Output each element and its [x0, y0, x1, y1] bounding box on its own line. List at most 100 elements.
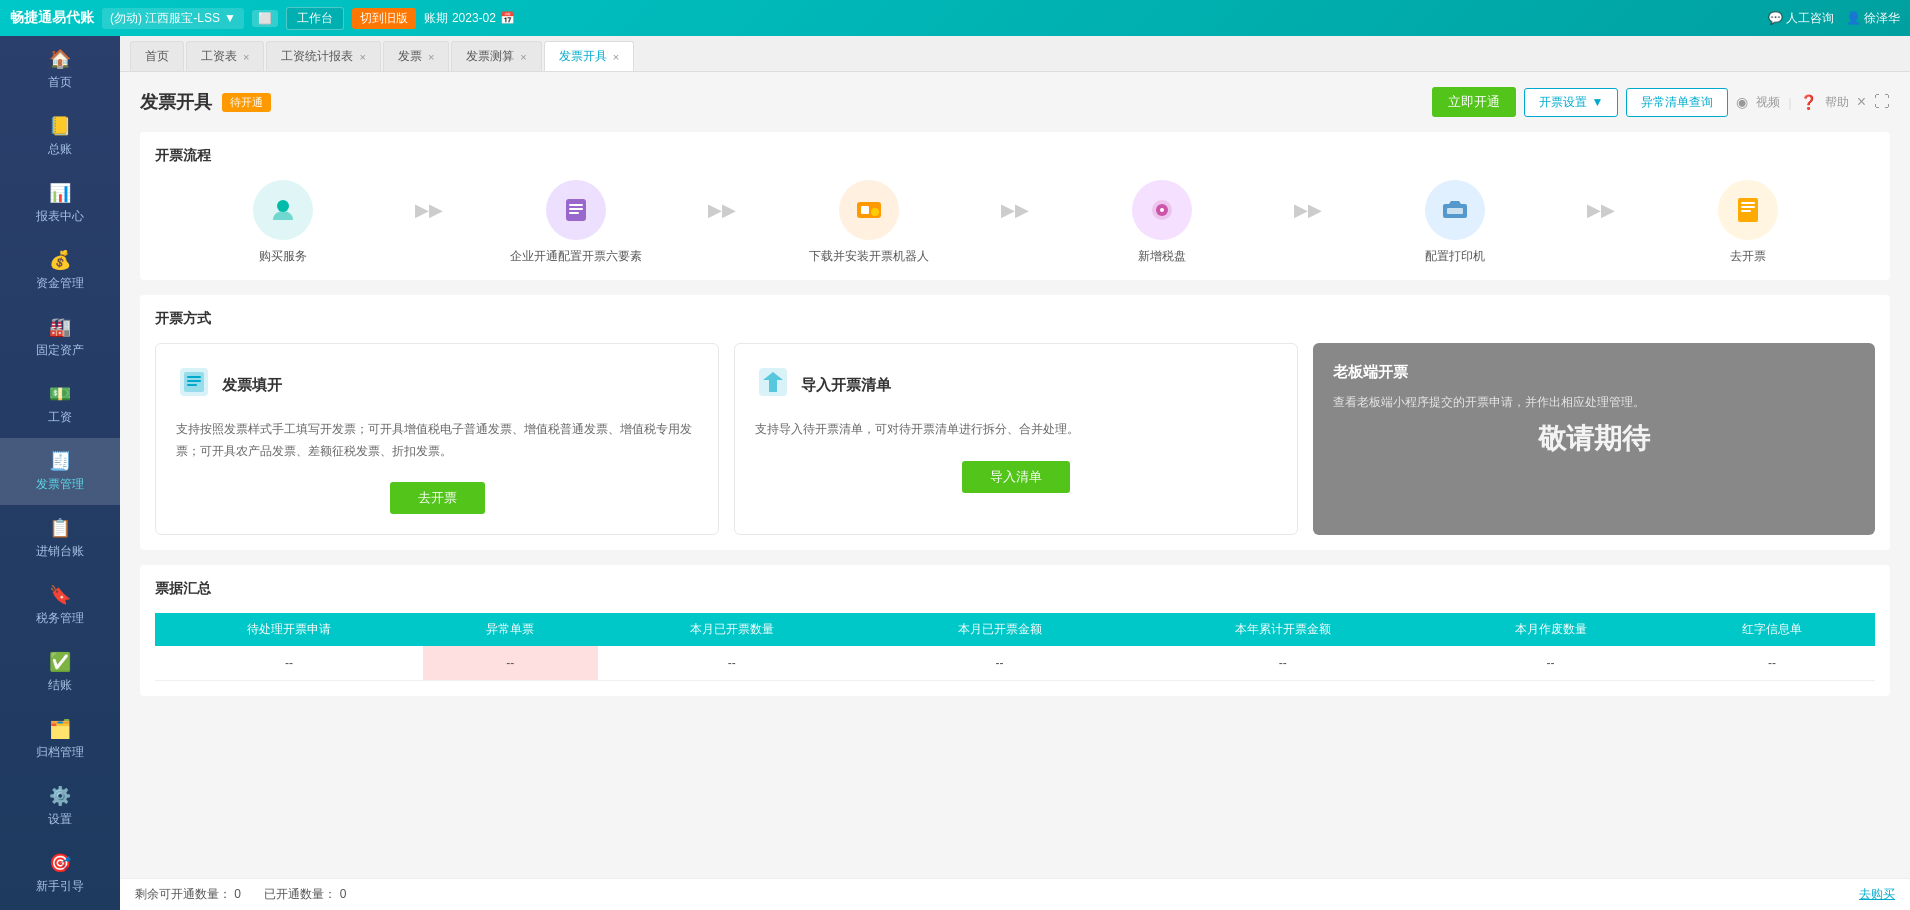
- cell-red-note: --: [1669, 646, 1875, 681]
- settings-icon: ⚙️: [49, 785, 71, 807]
- sidebar-label-guide: 新手引导: [36, 878, 84, 895]
- tab-payroll-stats-close[interactable]: ×: [359, 51, 365, 63]
- sidebar-item-reports[interactable]: 📊 报表中心: [0, 170, 120, 237]
- col-header-red-note: 红字信息单: [1669, 613, 1875, 646]
- sidebar-item-archive[interactable]: 🗂️ 归档管理: [0, 706, 120, 773]
- tab-invoice-calc-close[interactable]: ×: [520, 51, 526, 63]
- cell-void-count: --: [1432, 646, 1669, 681]
- view-icon[interactable]: ◉: [1736, 94, 1748, 110]
- sidebar-item-fund[interactable]: 💰 资金管理: [0, 237, 120, 304]
- billing-section: 开票方式 发票填开 支持按照发票样式手工填写开发票；可开具增值税电子普通发票、增…: [140, 295, 1890, 550]
- flow-step-icon-2: [839, 180, 899, 240]
- billing-cards: 发票填开 支持按照发票样式手工填写开发票；可开具增值税电子普通发票、增值税普通发…: [155, 343, 1875, 535]
- svg-rect-16: [1741, 210, 1751, 212]
- flow-section: 开票流程 购买服务 ▶▶ 企业开通配置开票六要素: [140, 132, 1890, 280]
- svg-rect-14: [1741, 202, 1755, 204]
- flow-step-label-5: 去开票: [1730, 248, 1766, 265]
- summary-header-row: 待处理开票申请 异常单票 本月已开票数量 本月已开票金额 本年累计开票金额 本月…: [155, 613, 1875, 646]
- user-profile[interactable]: 👤 徐泽华: [1846, 10, 1900, 27]
- svg-rect-12: [1447, 208, 1463, 214]
- immediate-open-button[interactable]: 立即开通: [1432, 87, 1516, 117]
- flow-arrow-1: ▶▶: [410, 199, 448, 221]
- sidebar-item-settings[interactable]: ⚙️ 设置: [0, 773, 120, 840]
- tab-invoice-close[interactable]: ×: [428, 51, 434, 63]
- tab-payroll-close[interactable]: ×: [243, 51, 249, 63]
- tab-invoice-issue[interactable]: 发票开具 ×: [544, 41, 634, 71]
- col-header-year-amount: 本年累计开票金额: [1133, 613, 1432, 646]
- old-version-button[interactable]: 切到旧版: [352, 8, 416, 29]
- svg-point-10: [1160, 208, 1164, 212]
- tab-payroll-stats[interactable]: 工资统计报表 ×: [266, 41, 380, 71]
- col-header-month-count: 本月已开票数量: [598, 613, 866, 646]
- main-layout: 🏠 首页 📒 总账 📊 报表中心 💰 资金管理 🏭 固定资产 💵 工资 🧾 发票…: [0, 36, 1910, 910]
- flow-step-icon-1: [546, 180, 606, 240]
- help-icon[interactable]: ❓: [1800, 94, 1817, 110]
- sidebar-item-home[interactable]: 🏠 首页: [0, 36, 120, 103]
- billing-card-manual-icon: [176, 364, 212, 407]
- tab-invoice-calc-label: 发票测算: [466, 48, 514, 65]
- billing-card-manual-header: 发票填开: [176, 364, 698, 407]
- service-consult[interactable]: 💬 人工咨询: [1768, 10, 1834, 27]
- page-header: 发票开具 待开通 立即开通 开票设置 ▼ 异常清单查询 ◉ 视频 | ❓ 帮助 …: [140, 87, 1890, 117]
- go-invoice-button[interactable]: 去开票: [390, 482, 485, 514]
- summary-section: 票据汇总 待处理开票申请 异常单票 本月已开票数量 本月已开票金额 本年累计开票…: [140, 565, 1890, 696]
- expand-icon[interactable]: ⛶: [1874, 93, 1890, 111]
- flow-step-icon-4: [1425, 180, 1485, 240]
- tab-home[interactable]: 首页: [130, 41, 184, 71]
- settle-icon: ✅: [49, 651, 71, 673]
- open-settings-label: 开票设置: [1539, 94, 1587, 111]
- flow-step-0: 购买服务: [155, 180, 410, 265]
- bottom-bar-left: 剩余可开通数量： 0 已开通数量： 0: [135, 886, 346, 903]
- page-title: 发票开具: [140, 90, 212, 114]
- billing-card-import-desc: 支持导入待开票清单，可对待开票清单进行拆分、合并处理。: [755, 419, 1277, 441]
- flow-step-label-1: 企业开通配置开票六要素: [510, 248, 642, 265]
- sidebar-item-settle[interactable]: ✅ 结账: [0, 639, 120, 706]
- tab-payroll[interactable]: 工资表 ×: [186, 41, 264, 71]
- tax-icon: 🔖: [49, 584, 71, 606]
- tab-invoice[interactable]: 发票 ×: [383, 41, 449, 71]
- billing-card-old-title: 老板端开票: [1333, 363, 1855, 382]
- remaining-value: 0: [234, 887, 241, 901]
- purchase-link[interactable]: 去购买: [1859, 887, 1895, 901]
- tab-invoice-issue-label: 发票开具: [559, 48, 607, 65]
- col-header-void-count: 本月作废数量: [1432, 613, 1669, 646]
- sidebar-label-reports: 报表中心: [36, 208, 84, 225]
- coming-soon-overlay: 敬请期待: [1538, 420, 1650, 458]
- col-header-pending: 待处理开票申请: [155, 613, 423, 646]
- import-list-button[interactable]: 导入清单: [962, 461, 1070, 493]
- sidebar-item-guide[interactable]: 🎯 新手引导: [0, 840, 120, 907]
- close-icon[interactable]: ×: [1857, 93, 1866, 111]
- copy-button[interactable]: ⬜: [252, 10, 278, 27]
- sidebar-item-sales[interactable]: 📋 进销台账: [0, 505, 120, 572]
- sidebar-item-invoice[interactable]: 🧾 发票管理: [0, 438, 120, 505]
- sidebar-label-invoice: 发票管理: [36, 476, 84, 493]
- bottom-bar-right: 去购买: [1859, 886, 1895, 903]
- reports-icon: 📊: [49, 182, 71, 204]
- opened-label: 已开通数量：: [264, 887, 336, 901]
- flow-step-icon-0: [253, 180, 313, 240]
- summary-section-title: 票据汇总: [155, 580, 1875, 598]
- billing-card-manual: 发票填开 支持按照发票样式手工填写开发票；可开具增值税电子普通发票、增值税普通发…: [155, 343, 719, 535]
- sidebar-label-settings: 设置: [48, 811, 72, 828]
- tab-invoice-calc[interactable]: 发票测算 ×: [451, 41, 541, 71]
- svg-point-0: [277, 200, 289, 212]
- abnormal-query-button[interactable]: 异常清单查询: [1626, 88, 1728, 117]
- company-selector[interactable]: (勿动) 江西服宝-LSS ▼: [102, 8, 244, 29]
- workstation-button[interactable]: 工作台: [286, 7, 344, 30]
- flow-step-4: 配置打印机: [1327, 180, 1582, 265]
- tab-invoice-label: 发票: [398, 48, 422, 65]
- calendar-icon[interactable]: 📅: [500, 11, 515, 25]
- sidebar-item-payroll[interactable]: 💵 工资: [0, 371, 120, 438]
- tab-invoice-issue-close[interactable]: ×: [613, 51, 619, 63]
- cell-month-amount: --: [866, 646, 1134, 681]
- sidebar-item-tax[interactable]: 🔖 税务管理: [0, 572, 120, 639]
- sidebar-item-ledger[interactable]: 📒 总账: [0, 103, 120, 170]
- sales-icon: 📋: [49, 517, 71, 539]
- flow-step-icon-3: [1132, 180, 1192, 240]
- sidebar-label-sales: 进销台账: [36, 543, 84, 560]
- billing-card-import: 导入开票清单 支持导入待开票清单，可对待开票清单进行拆分、合并处理。 导入清单: [734, 343, 1298, 535]
- open-settings-button[interactable]: 开票设置 ▼: [1524, 88, 1618, 117]
- svg-rect-20: [187, 380, 201, 382]
- sidebar-item-assets[interactable]: 🏭 固定资产: [0, 304, 120, 371]
- header-actions: 立即开通 开票设置 ▼ 异常清单查询 ◉ 视频 | ❓ 帮助 × ⛶: [1432, 87, 1890, 117]
